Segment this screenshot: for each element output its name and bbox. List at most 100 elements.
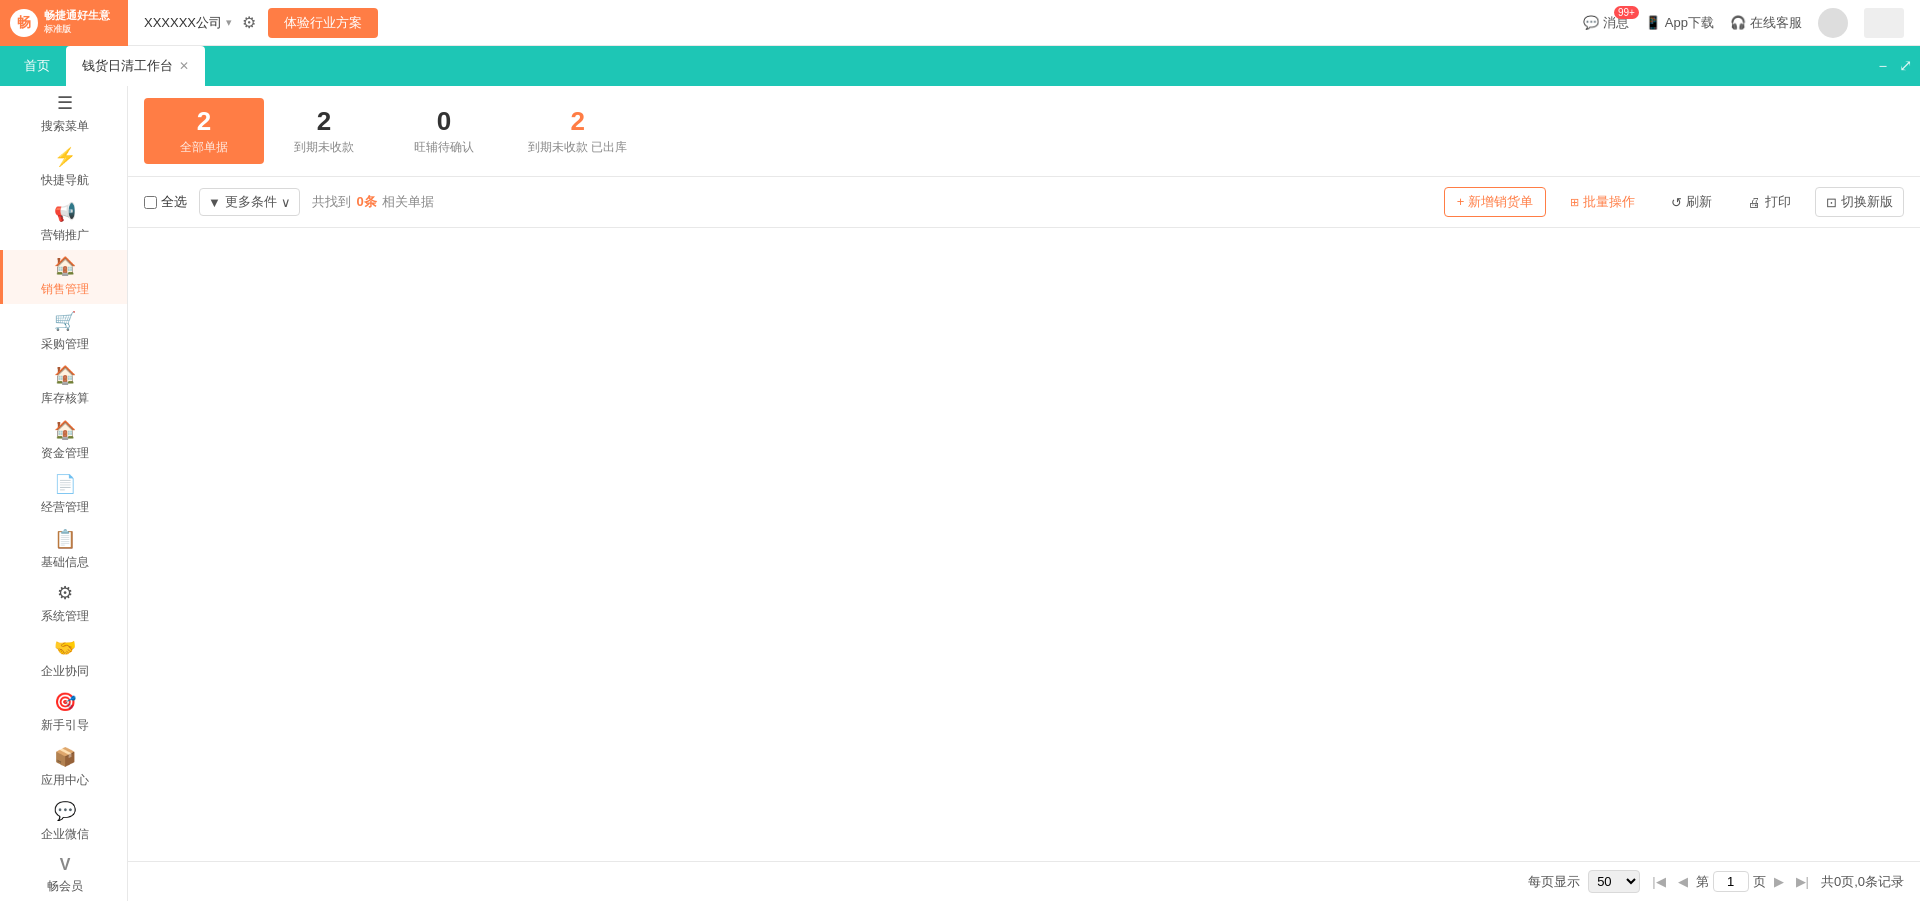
app-download-btn[interactable]: 📱 App下载 [1645, 14, 1714, 32]
tab-bar-actions: － ⤢ [1875, 56, 1912, 77]
last-page-btn[interactable]: ▶| [1792, 872, 1813, 891]
print-btn-label: 打印 [1765, 193, 1791, 211]
avatar[interactable] [1818, 8, 1848, 38]
guide-icon: 🎯 [54, 691, 76, 713]
stats-row: 2 全部单据 2 到期未收款 0 旺辅待确认 2 到期未收款 已出库 [128, 86, 1920, 177]
print-icon: 🖨 [1748, 195, 1761, 210]
batch-btn[interactable]: ⊞ 批量操作 [1558, 188, 1647, 216]
stat-overdue-count: 2 [317, 106, 331, 137]
sidebar-item-basic-info-label: 基础信息 [41, 554, 89, 571]
sidebar-item-app-center[interactable]: 📦 应用中心 [0, 740, 127, 795]
logo-text-area: 畅捷通好生意 标准版 [44, 9, 110, 35]
user-menu[interactable] [1864, 8, 1904, 38]
sidebar-item-marketing-label: 营销推广 [41, 227, 89, 244]
sidebar-item-finance-label: 资金管理 [41, 445, 89, 462]
first-page-btn[interactable]: |◀ [1648, 872, 1669, 891]
logo-badge: 标准版 [44, 23, 110, 36]
sidebar-item-cooperation[interactable]: 🤝 企业协同 [0, 631, 127, 686]
sidebar-item-wechat[interactable]: 💬 企业微信 [0, 795, 127, 850]
prev-page-btn[interactable]: ◀ [1674, 872, 1692, 891]
table-area [128, 228, 1920, 861]
sidebar-item-system[interactable]: ⚙ 系统管理 [0, 577, 127, 632]
tab-bar: 首页 钱货日清工作台 ✕ － ⤢ [0, 46, 1920, 86]
sidebar-item-finance[interactable]: 🏠 资金管理 [0, 413, 127, 468]
page-input[interactable] [1713, 871, 1749, 892]
app-center-icon: 📦 [54, 746, 76, 768]
sidebar: ☰ 搜索菜单 ⚡ 快捷导航 📢 营销推广 🏠 销售管理 🛒 采购管理 🏠 库存核… [0, 86, 128, 901]
select-all-checkbox[interactable]: 全选 [144, 193, 187, 211]
quick-nav-icon: ⚡ [54, 146, 76, 168]
settings-icon[interactable]: ⚙ [242, 13, 256, 32]
chevron-down-icon: ▾ [226, 16, 232, 29]
tab-expand-icon[interactable]: ⤢ [1899, 56, 1912, 77]
sidebar-item-sales[interactable]: 🏠 销售管理 [0, 250, 127, 305]
sidebar-item-operations[interactable]: 📄 经营管理 [0, 468, 127, 523]
filter-btn[interactable]: ▼ 更多条件 ∨ [199, 188, 300, 216]
logo-name: 畅捷通好生意 [44, 9, 110, 22]
tab-close-icon[interactable]: ✕ [179, 59, 189, 73]
try-btn[interactable]: 体验行业方案 [268, 8, 378, 38]
found-count: 0条 [357, 194, 377, 209]
sidebar-item-guide-label: 新手引导 [41, 717, 89, 734]
switch-btn-label: 切换新版 [1841, 193, 1893, 211]
logo-icon: 畅 [10, 9, 38, 37]
add-sales-btn[interactable]: + 新增销货单 [1444, 187, 1546, 217]
tab-workspace[interactable]: 钱货日清工作台 ✕ [66, 46, 205, 86]
main-layout: ☰ 搜索菜单 ⚡ 快捷导航 📢 营销推广 🏠 销售管理 🛒 采购管理 🏠 库存核… [0, 86, 1920, 901]
app-download-label: App下载 [1665, 14, 1714, 32]
stat-overdue-label: 到期未收款 [294, 139, 354, 156]
inventory-icon: 🏠 [54, 364, 76, 386]
sidebar-item-app-center-label: 应用中心 [41, 772, 89, 789]
stat-all-count: 2 [197, 106, 211, 137]
stat-all-label: 全部单据 [180, 139, 228, 156]
sidebar-item-inventory[interactable]: 🏠 库存核算 [0, 359, 127, 414]
switch-icon: ⊡ [1826, 195, 1837, 210]
search-menu-icon: ☰ [57, 92, 73, 114]
sidebar-item-guide[interactable]: 🎯 新手引导 [0, 686, 127, 741]
page-suffix: 页 [1753, 873, 1766, 891]
batch-icon: ⊞ [1570, 196, 1579, 209]
refresh-btn[interactable]: ↺ 刷新 [1659, 188, 1724, 216]
sidebar-item-basic-info[interactable]: 📋 基础信息 [0, 522, 127, 577]
per-page-select[interactable]: 50 100 200 [1588, 870, 1640, 893]
stat-overdue[interactable]: 2 到期未收款 [264, 98, 384, 164]
online-service-btn[interactable]: 🎧 在线客服 [1730, 14, 1802, 32]
stat-pending[interactable]: 0 旺辅待确认 [384, 98, 504, 164]
total-text: 共0页,0条记录 [1821, 873, 1904, 891]
download-icon: 📱 [1645, 15, 1661, 30]
sidebar-item-search-label: 搜索菜单 [41, 118, 89, 135]
member-icon: V [60, 856, 71, 874]
stat-pending-count: 0 [437, 106, 451, 137]
sidebar-item-purchase[interactable]: 🛒 采购管理 [0, 304, 127, 359]
sidebar-item-wechat-label: 企业微信 [41, 826, 89, 843]
sidebar-item-operations-label: 经营管理 [41, 499, 89, 516]
select-all-input[interactable] [144, 196, 157, 209]
refresh-btn-label: 刷新 [1686, 193, 1712, 211]
sidebar-item-marketing[interactable]: 📢 营销推广 [0, 195, 127, 250]
bell-icon: 💬 [1583, 15, 1599, 30]
filter-btn-label: 更多条件 [225, 193, 277, 211]
sidebar-item-search[interactable]: ☰ 搜索菜单 [0, 86, 127, 141]
tab-minimize-icon[interactable]: － [1875, 56, 1891, 77]
tab-home-label: 首页 [24, 57, 50, 75]
refresh-icon: ↺ [1671, 195, 1682, 210]
marketing-icon: 📢 [54, 201, 76, 223]
toolbar-right: + 新增销货单 ⊞ 批量操作 ↺ 刷新 🖨 打印 ⊡ 切换新版 [1444, 187, 1904, 217]
logo-area: 畅 畅捷通好生意 标准版 [0, 0, 128, 46]
stat-overdue-shipped[interactable]: 2 到期未收款 已出库 [504, 98, 651, 164]
messages-btn[interactable]: 💬 消息 99+ [1583, 14, 1629, 32]
sidebar-item-member[interactable]: V 畅会员 [0, 849, 127, 901]
switch-new-btn[interactable]: ⊡ 切换新版 [1815, 187, 1904, 217]
system-icon: ⚙ [57, 582, 73, 604]
service-icon: 🎧 [1730, 15, 1746, 30]
sidebar-item-quick-nav[interactable]: ⚡ 快捷导航 [0, 141, 127, 196]
next-page-btn[interactable]: ▶ [1770, 872, 1788, 891]
print-btn[interactable]: 🖨 打印 [1736, 188, 1803, 216]
stat-all[interactable]: 2 全部单据 [144, 98, 264, 164]
company-name: XXXXXX公司 [144, 14, 222, 32]
sidebar-item-purchase-label: 采购管理 [41, 336, 89, 353]
batch-btn-label: 批量操作 [1583, 193, 1635, 211]
tab-home[interactable]: 首页 [8, 46, 66, 86]
company-selector[interactable]: XXXXXX公司 ▾ [144, 14, 232, 32]
stat-pending-label: 旺辅待确认 [414, 139, 474, 156]
